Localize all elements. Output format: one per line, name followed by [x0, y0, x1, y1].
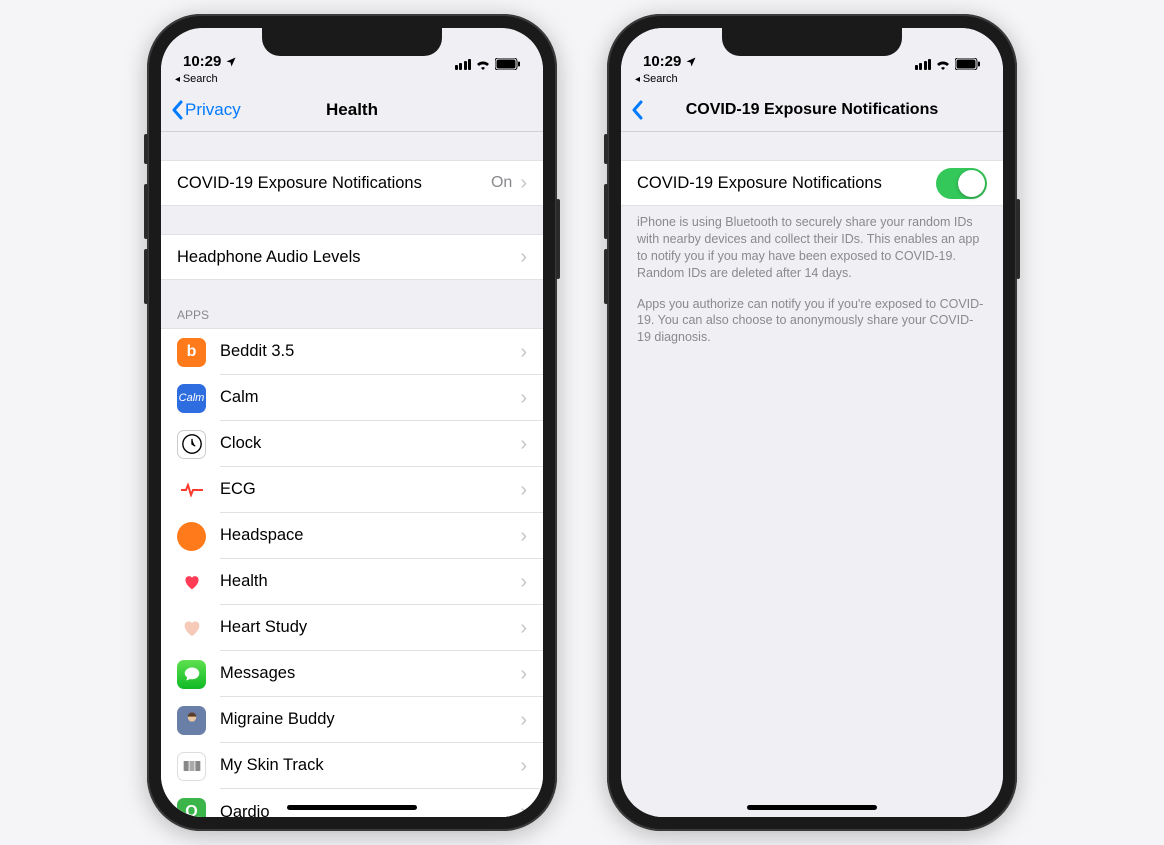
screen-left: 10:29 Search — [161, 28, 543, 817]
battery-icon — [955, 58, 981, 70]
heart-study-icon — [177, 614, 206, 643]
status-time: 10:29 — [183, 53, 221, 70]
app-name: Messages — [220, 664, 520, 683]
apps-list: b Beddit 3.5› Calm Calm› Clock› — [161, 328, 543, 817]
app-name: ECG — [220, 480, 520, 499]
page-title: COVID-19 Exposure Notifications — [621, 101, 1003, 119]
back-label: Privacy — [185, 100, 241, 120]
home-indicator[interactable] — [747, 805, 877, 810]
app-name: Headspace — [220, 526, 520, 545]
qardio-icon: Q — [177, 798, 206, 818]
row-exposure-toggle[interactable]: COVID-19 Exposure Notifications — [621, 160, 1003, 206]
exposure-toggle[interactable] — [936, 168, 987, 199]
cellular-signal-icon — [455, 59, 472, 70]
chevron-right-icon: › — [520, 388, 527, 408]
app-name: Heart Study — [220, 618, 520, 637]
back-button[interactable] — [631, 100, 643, 120]
app-row-messages[interactable]: Messages› — [161, 651, 543, 697]
row-exposure-notifications[interactable]: COVID-19 Exposure Notifications On › — [161, 160, 543, 206]
app-row-heart-study[interactable]: Heart Study› — [161, 605, 543, 651]
chevron-right-icon: › — [520, 618, 527, 638]
app-row-calm[interactable]: Calm Calm› — [161, 375, 543, 421]
back-button[interactable]: Privacy — [171, 100, 241, 120]
app-row-clock[interactable]: Clock› — [161, 421, 543, 467]
beddit-icon: b — [177, 338, 206, 367]
apps-header: Apps — [161, 302, 543, 328]
app-row-qardio[interactable]: Q Qardio› — [161, 789, 543, 817]
breadcrumb-back[interactable]: Search — [161, 72, 543, 88]
chevron-right-icon: › — [520, 173, 527, 193]
content[interactable]: COVID-19 Exposure Notifications iPhone i… — [621, 132, 1003, 817]
app-row-beddit[interactable]: b Beddit 3.5› — [161, 329, 543, 375]
location-icon — [225, 56, 237, 68]
wifi-icon — [935, 58, 951, 70]
app-name: Migraine Buddy — [220, 710, 520, 729]
notch — [722, 28, 902, 56]
chevron-left-icon — [171, 100, 183, 120]
chevron-right-icon: › — [520, 572, 527, 592]
location-icon — [685, 56, 697, 68]
app-name: Beddit 3.5 — [220, 342, 520, 361]
app-row-ecg[interactable]: ECG› — [161, 467, 543, 513]
chevron-right-icon: › — [520, 480, 527, 500]
phone-exposure-notifications: 10:29 Search — [607, 14, 1017, 831]
row-headphone-audio-levels[interactable]: Headphone Audio Levels › — [161, 234, 543, 280]
clock-icon — [177, 430, 206, 459]
home-indicator[interactable] — [287, 805, 417, 810]
chevron-right-icon: › — [520, 247, 527, 267]
migraine-buddy-icon — [177, 706, 206, 735]
health-icon — [177, 568, 206, 597]
headspace-icon — [177, 522, 206, 551]
footer-text-1: iPhone is using Bluetooth to securely sh… — [621, 206, 1003, 282]
app-row-headspace[interactable]: Headspace› — [161, 513, 543, 559]
screen-right: 10:29 Search — [621, 28, 1003, 817]
footer-text-2: Apps you authorize can notify you if you… — [621, 282, 1003, 347]
wifi-icon — [475, 58, 491, 70]
chevron-right-icon: › — [520, 526, 527, 546]
row-label: Headphone Audio Levels — [177, 248, 520, 267]
chevron-left-icon — [631, 100, 643, 120]
app-name: Clock — [220, 434, 520, 453]
app-row-migraine-buddy[interactable]: Migraine Buddy› — [161, 697, 543, 743]
chevron-right-icon: › — [520, 756, 527, 776]
phone-health-settings: 10:29 Search — [147, 14, 557, 831]
app-name: Calm — [220, 388, 520, 407]
app-row-my-skin-track[interactable]: My Skin Track› — [161, 743, 543, 789]
content[interactable]: COVID-19 Exposure Notifications On › Hea… — [161, 132, 543, 817]
chevron-right-icon: › — [520, 434, 527, 454]
nav-bar: COVID-19 Exposure Notifications — [621, 88, 1003, 132]
app-row-health[interactable]: Health› — [161, 559, 543, 605]
chevron-right-icon: › — [520, 664, 527, 684]
nav-bar: Privacy Health — [161, 88, 543, 132]
ecg-icon — [177, 476, 206, 505]
toggle-knob — [958, 170, 985, 197]
row-label: COVID-19 Exposure Notifications — [177, 174, 491, 193]
breadcrumb-label: Search — [643, 73, 678, 85]
chevron-right-icon: › — [520, 342, 527, 362]
messages-icon — [177, 660, 206, 689]
battery-icon — [495, 58, 521, 70]
row-value: On — [491, 174, 512, 192]
calm-icon: Calm — [177, 384, 206, 413]
skin-track-icon — [177, 752, 206, 781]
chevron-right-icon: › — [520, 710, 527, 730]
cellular-signal-icon — [915, 59, 932, 70]
notch — [262, 28, 442, 56]
app-name: My Skin Track — [220, 756, 520, 775]
chevron-right-icon: › — [520, 802, 527, 817]
row-label: COVID-19 Exposure Notifications — [637, 174, 936, 193]
app-name: Health — [220, 572, 520, 591]
status-time: 10:29 — [643, 53, 681, 70]
breadcrumb-label: Search — [183, 73, 218, 85]
breadcrumb-back[interactable]: Search — [621, 72, 1003, 88]
